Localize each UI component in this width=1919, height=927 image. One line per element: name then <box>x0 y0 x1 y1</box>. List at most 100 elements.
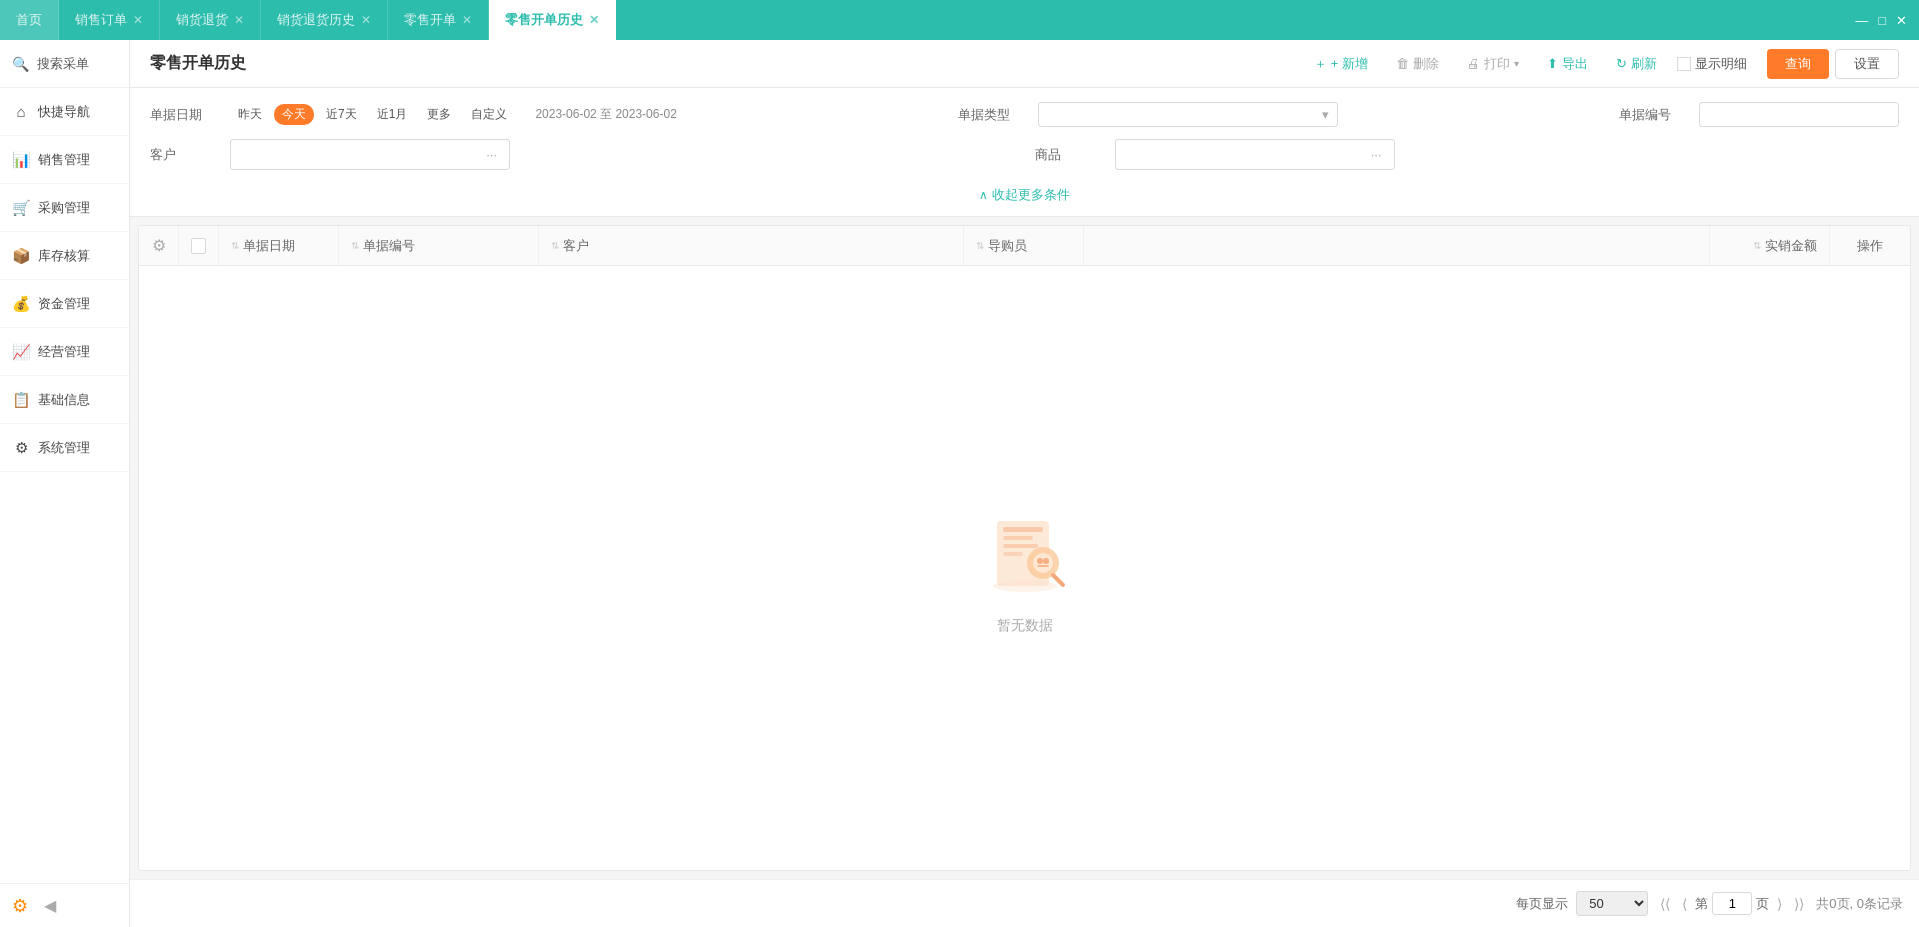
sidebar-item-finance[interactable]: 💰 资金管理 <box>0 280 129 328</box>
last1m-btn[interactable]: 近1月 <box>369 104 416 125</box>
display-toggle[interactable]: 显示明细 <box>1677 55 1747 73</box>
refresh-icon: ↻ <box>1616 56 1627 71</box>
delete-button[interactable]: 🗑 删除 <box>1388 51 1447 77</box>
sort-customer-icon[interactable]: ⇅ <box>551 240 559 251</box>
tab-sales-order[interactable]: 销售订单 ✕ <box>59 0 160 40</box>
sidebar-item-system[interactable]: ⚙ 系统管理 <box>0 424 129 472</box>
type-filter-select[interactable]: ▾ <box>1038 102 1338 127</box>
display-checkbox[interactable] <box>1677 57 1691 71</box>
settings-gear-icon[interactable]: ⚙ <box>152 236 166 255</box>
print-button[interactable]: 🖨 打印 ▾ <box>1459 51 1527 77</box>
sidebar-item-sales[interactable]: 📊 销售管理 <box>0 136 129 184</box>
tab-retail-history[interactable]: 零售开单历史 ✕ <box>489 0 616 40</box>
sort-num-icon[interactable]: ⇅ <box>351 240 359 251</box>
last7-btn[interactable]: 近7天 <box>318 104 365 125</box>
toolbar: ＋ + 新增 🗑 删除 🖨 打印 ▾ ⬆ 导出 ↻ <box>1306 49 1899 79</box>
table-header: ⚙ ⇅ 单据日期 ⇅ 单据编号 ⇅ 客户 ⇅ <box>139 226 1910 266</box>
sort-amount-icon[interactable]: ⇅ <box>1753 240 1761 251</box>
sidebar-item-inventory[interactable]: 📦 库存核算 <box>0 232 129 280</box>
empty-text: 暂无数据 <box>997 617 1053 635</box>
sidebar-bottom: ⚙ ◀ <box>0 883 129 927</box>
delete-label: 删除 <box>1413 55 1439 73</box>
tab-return-close[interactable]: ✕ <box>234 13 244 27</box>
total-info: 共0页, 0条记录 <box>1816 895 1903 913</box>
svg-rect-2 <box>1003 527 1043 532</box>
yesterday-btn[interactable]: 昨天 <box>230 104 270 125</box>
close-btn[interactable]: ✕ <box>1896 13 1907 28</box>
sidebar-search[interactable]: 🔍 搜索采单 <box>0 40 129 88</box>
date-quick-buttons: 昨天 今天 近7天 近1月 更多 自定义 <box>230 104 515 125</box>
num-filter-label: 单据编号 <box>1619 106 1679 124</box>
last-page-btn[interactable]: ⟩⟩ <box>1790 894 1808 914</box>
per-page-select[interactable]: 50 20 100 <box>1576 891 1648 916</box>
next-page-btn[interactable]: ⟩ <box>1773 894 1786 914</box>
sidebar-item-quick-nav[interactable]: ⌂ 快捷导航 <box>0 88 129 136</box>
svg-point-9 <box>1037 558 1043 564</box>
table-wrapper: ⚙ ⇅ 单据日期 ⇅ 单据编号 ⇅ 客户 ⇅ <box>138 225 1911 871</box>
export-button[interactable]: ⬆ 导出 <box>1539 51 1596 77</box>
filter-area: 单据日期 昨天 今天 近7天 近1月 更多 自定义 2023-06-02 至 2… <box>130 88 1919 217</box>
home-icon: ⌂ <box>12 103 30 120</box>
num-filter-input[interactable] <box>1699 102 1899 127</box>
tab-retail-order-close[interactable]: ✕ <box>462 13 472 27</box>
svg-line-8 <box>1053 575 1063 585</box>
filter-collapse-btn[interactable]: ∧ 收起更多条件 <box>150 182 1899 208</box>
sidebar-item-purchase[interactable]: 🛒 采购管理 <box>0 184 129 232</box>
goods-filter-input[interactable] <box>1124 147 1367 162</box>
tab-sales-order-close[interactable]: ✕ <box>133 13 143 27</box>
first-page-btn[interactable]: ⟨⟨ <box>1656 894 1674 914</box>
query-button[interactable]: 查询 <box>1767 49 1829 79</box>
sidebar-item-label-1: 销售管理 <box>38 151 90 169</box>
minimize-btn[interactable]: — <box>1855 13 1868 28</box>
maximize-btn[interactable]: □ <box>1878 13 1886 28</box>
sidebar-item-label-7: 系统管理 <box>38 439 90 457</box>
tab-home-label: 首页 <box>16 11 42 29</box>
th-guide: ⇅ 导购员 <box>964 226 1084 265</box>
header-checkbox[interactable] <box>191 238 206 254</box>
tab-return-history[interactable]: 销货退货历史 ✕ <box>261 0 388 40</box>
prev-page-btn[interactable]: ⟨ <box>1678 894 1691 914</box>
customer-filter-input[interactable] <box>239 147 482 162</box>
sort-guide-icon[interactable]: ⇅ <box>976 240 984 251</box>
goods-filter-label: 商品 <box>1035 146 1095 164</box>
tab-retail-history-close[interactable]: ✕ <box>589 13 599 27</box>
sidebar-item-business[interactable]: 📈 经营管理 <box>0 328 129 376</box>
sales-icon: 📊 <box>12 151 30 169</box>
sidebar-settings-icon[interactable]: ⚙ <box>12 895 28 917</box>
sort-date-icon[interactable]: ⇅ <box>231 240 239 251</box>
system-icon: ⚙ <box>12 439 30 457</box>
setting-button[interactable]: 设置 <box>1835 49 1899 79</box>
tab-retail-history-label: 零售开单历史 <box>505 11 583 29</box>
content-area: 零售开单历史 ＋ + 新增 🗑 删除 🖨 打印 ▾ ⬆ 导出 <box>130 40 1919 927</box>
th-checkbox[interactable] <box>179 226 219 265</box>
tab-sales-order-label: 销售订单 <box>75 11 127 29</box>
page-input[interactable] <box>1712 892 1752 915</box>
tab-return[interactable]: 销货退货 ✕ <box>160 0 261 40</box>
tab-return-history-label: 销货退货历史 <box>277 11 355 29</box>
sidebar-collapse-icon[interactable]: ◀ <box>44 896 56 915</box>
sidebar-item-label-5: 经营管理 <box>38 343 90 361</box>
refresh-button[interactable]: ↻ 刷新 <box>1608 51 1665 77</box>
pagination: 每页显示 50 20 100 ⟨⟨ ⟨ 第 页 ⟩ ⟩⟩ 共0页, 0条记录 <box>130 879 1919 927</box>
th-customer-label: 客户 <box>563 237 589 255</box>
empty-state: 暂无数据 <box>139 266 1910 870</box>
date-filter-label: 单据日期 <box>150 106 210 124</box>
sidebar-item-label-3: 库存核算 <box>38 247 90 265</box>
tab-home[interactable]: 首页 <box>0 0 59 40</box>
custom-btn[interactable]: 自定义 <box>463 104 515 125</box>
goods-ellipsis-btn[interactable]: ··· <box>1367 143 1386 166</box>
page-title: 零售开单历史 <box>150 53 1306 74</box>
th-goods-area <box>1084 226 1710 265</box>
th-settings[interactable]: ⚙ <box>139 226 179 265</box>
sidebar-item-base-info[interactable]: 📋 基础信息 <box>0 376 129 424</box>
tab-return-history-close[interactable]: ✕ <box>361 13 371 27</box>
tab-retail-order[interactable]: 零售开单 ✕ <box>388 0 489 40</box>
svg-rect-5 <box>1003 552 1023 556</box>
customer-ellipsis-btn[interactable]: ··· <box>482 143 501 166</box>
more-btn[interactable]: 更多 <box>419 104 459 125</box>
page-nav: ⟨⟨ ⟨ 第 页 ⟩ ⟩⟩ <box>1656 892 1808 915</box>
today-btn[interactable]: 今天 <box>274 104 314 125</box>
add-button[interactable]: ＋ + 新增 <box>1306 51 1376 77</box>
svg-rect-3 <box>1003 536 1033 540</box>
business-icon: 📈 <box>12 343 30 361</box>
